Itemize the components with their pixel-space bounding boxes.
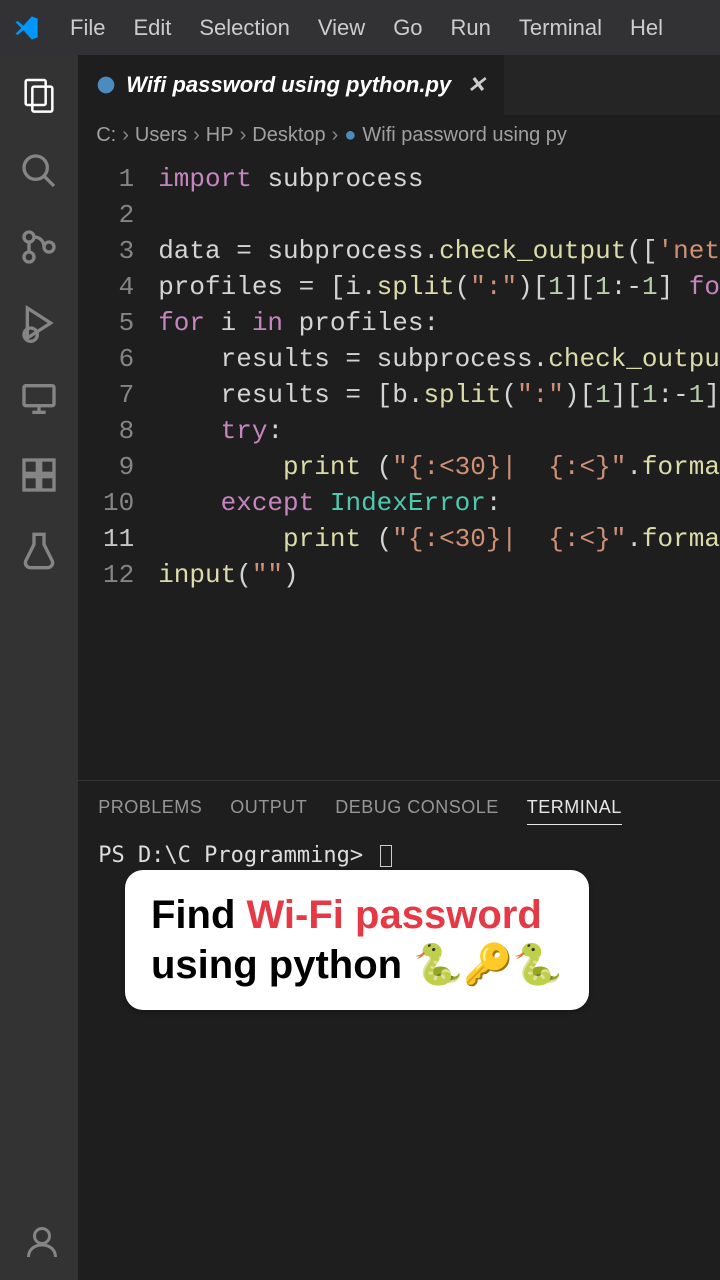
panel-tab[interactable]: TERMINAL — [527, 797, 622, 825]
terminal-cursor — [380, 845, 392, 867]
main-area: Wifi password using python.py ✕ C: › Use… — [0, 55, 720, 1280]
tab-bar: Wifi password using python.py ✕ — [78, 55, 720, 115]
vscode-logo-icon — [12, 14, 40, 42]
menu-item[interactable]: Terminal — [509, 11, 612, 45]
bottom-panel: PROBLEMS OUTPUT DEBUG CONSOLE TERMINAL PS D… — [78, 780, 720, 1280]
menu-item[interactable]: Run — [441, 11, 501, 45]
line-numbers: 123456789101112 — [78, 155, 158, 780]
panel-tab[interactable]: PROBLEMS — [98, 797, 202, 825]
panel-tab[interactable]: DEBUG CONSOLE — [335, 797, 499, 825]
breadcrumb[interactable]: C: › Users › HP › Desktop › ● Wifi passw… — [78, 115, 720, 155]
run-debug-icon[interactable] — [19, 303, 59, 343]
overlay-caption: Find Wi-Fi password using python 🐍🔑🐍 — [125, 870, 589, 1010]
code-content[interactable]: import subprocess data = subprocess.chec… — [158, 155, 720, 780]
menu-item[interactable]: Selection — [189, 11, 300, 45]
panel-tab[interactable]: OUTPUT — [230, 797, 307, 825]
editor-area: Wifi password using python.py ✕ C: › Use… — [78, 55, 720, 1280]
code-editor[interactable]: 123456789101112 import subprocess data =… — [78, 155, 720, 780]
panel-tabs: PROBLEMS OUTPUT DEBUG CONSOLE TERMINAL — [78, 781, 720, 835]
menu-item[interactable]: Edit — [123, 11, 181, 45]
explorer-icon[interactable] — [19, 75, 59, 115]
editor-tab[interactable]: Wifi password using python.py ✕ — [78, 55, 503, 115]
python-file-icon — [96, 75, 116, 95]
account-icon[interactable] — [24, 1224, 60, 1260]
menu-item[interactable]: Hel — [620, 11, 673, 45]
testing-icon[interactable] — [19, 531, 59, 571]
tab-filename: Wifi password using python.py — [126, 72, 451, 98]
extensions-icon[interactable] — [19, 455, 59, 495]
close-icon[interactable]: ✕ — [467, 72, 485, 98]
terminal-prompt: PS D:\C Programming> — [98, 843, 376, 868]
source-control-icon[interactable] — [19, 227, 59, 267]
menu-bar: FileEditSelectionViewGo RunTerminalHel — [0, 0, 720, 55]
menu-item[interactable]: View — [308, 11, 375, 45]
activity-bar — [0, 55, 78, 1280]
menu-item[interactable]: File — [60, 11, 115, 45]
menu-item[interactable]: Go — [383, 11, 432, 45]
search-icon[interactable] — [19, 151, 59, 191]
remote-icon[interactable] — [19, 379, 59, 419]
